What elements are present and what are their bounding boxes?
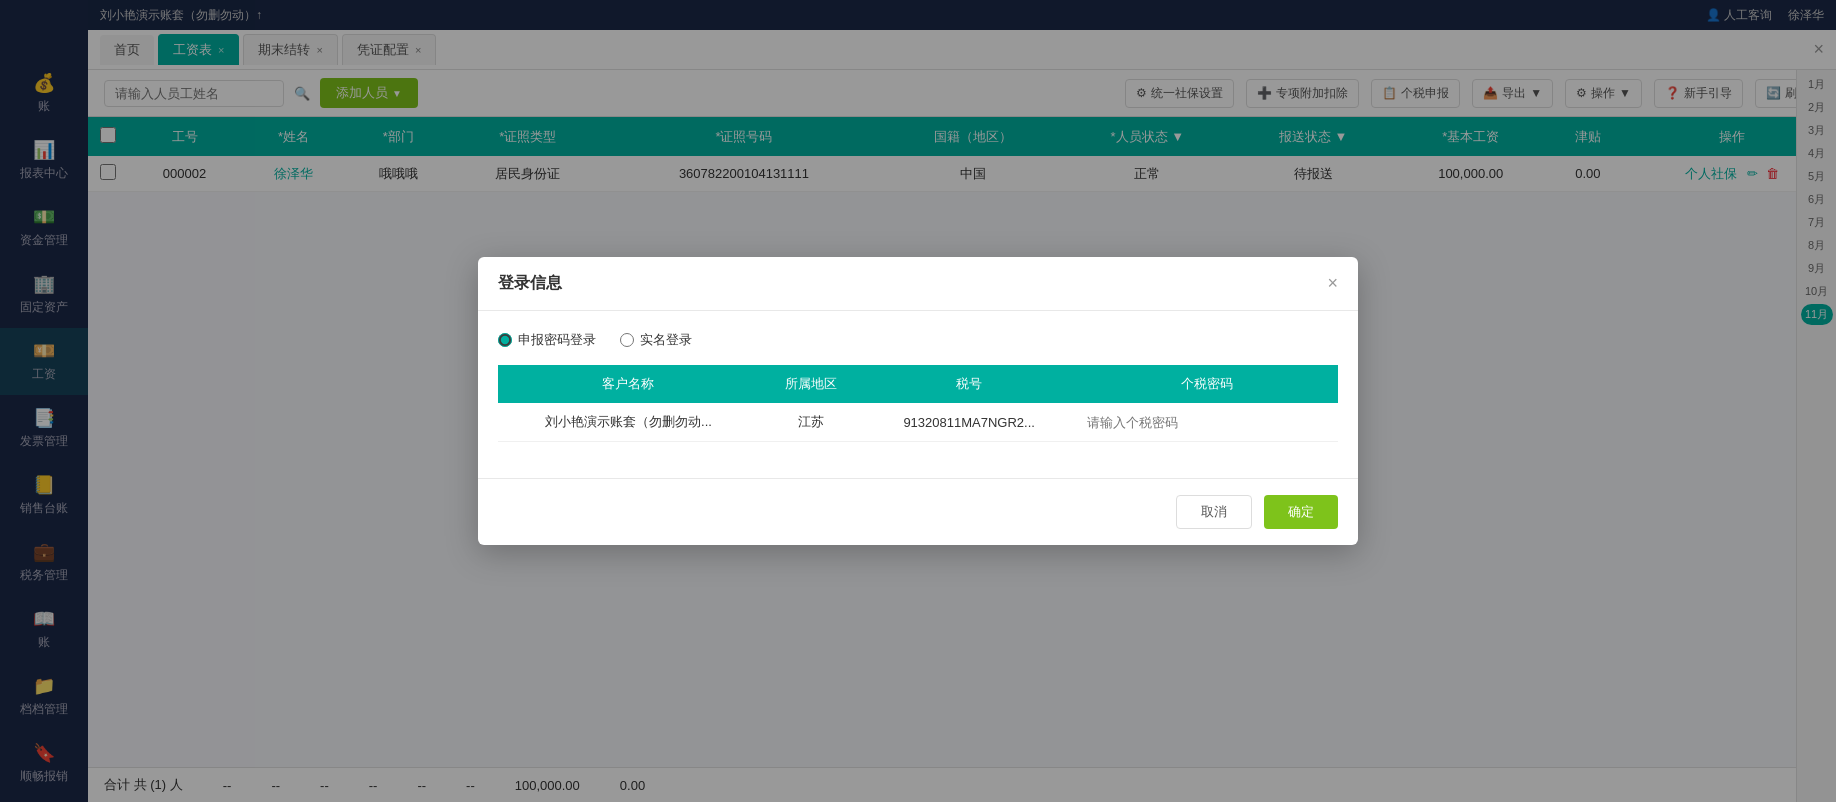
dialog-col-region: 所属地区	[759, 365, 863, 403]
cancel-button[interactable]: 取消	[1176, 495, 1252, 529]
dialog-close-btn[interactable]: ×	[1327, 273, 1338, 294]
password-field[interactable]	[1087, 415, 1326, 430]
dialog-col-password: 个税密码	[1075, 365, 1338, 403]
client-table: 客户名称 所属地区 税号 个税密码 刘小艳演示账套（勿删勿动... 江苏 913…	[498, 365, 1338, 442]
client-row: 刘小艳演示账套（勿删勿动... 江苏 91320811MA7NGR2...	[498, 403, 1338, 442]
dialog-header: 登录信息 ×	[478, 257, 1358, 311]
login-dialog: 登录信息 × 申报密码登录 实名登录 客户名称 所属地区	[478, 257, 1358, 545]
dialog-body: 申报密码登录 实名登录 客户名称 所属地区 税号 个税密码	[478, 311, 1358, 462]
client-taxno: 91320811MA7NGR2...	[863, 403, 1076, 442]
dialog-col-name: 客户名称	[498, 365, 759, 403]
client-region: 江苏	[759, 403, 863, 442]
login-method-group: 申报密码登录 实名登录	[498, 331, 1338, 349]
client-password-input[interactable]	[1075, 403, 1338, 442]
radio-realname-input[interactable]	[620, 333, 634, 347]
dialog-col-taxno: 税号	[863, 365, 1076, 403]
confirm-button[interactable]: 确定	[1264, 495, 1338, 529]
client-name: 刘小艳演示账套（勿删勿动...	[498, 403, 759, 442]
dialog-overlay: 登录信息 × 申报密码登录 实名登录 客户名称 所属地区	[0, 0, 1836, 802]
dialog-title: 登录信息	[498, 273, 562, 294]
dialog-footer: 取消 确定	[478, 478, 1358, 545]
radio-realname-login[interactable]: 实名登录	[620, 331, 692, 349]
radio-password-login[interactable]: 申报密码登录	[498, 331, 596, 349]
radio-password-input[interactable]	[498, 333, 512, 347]
